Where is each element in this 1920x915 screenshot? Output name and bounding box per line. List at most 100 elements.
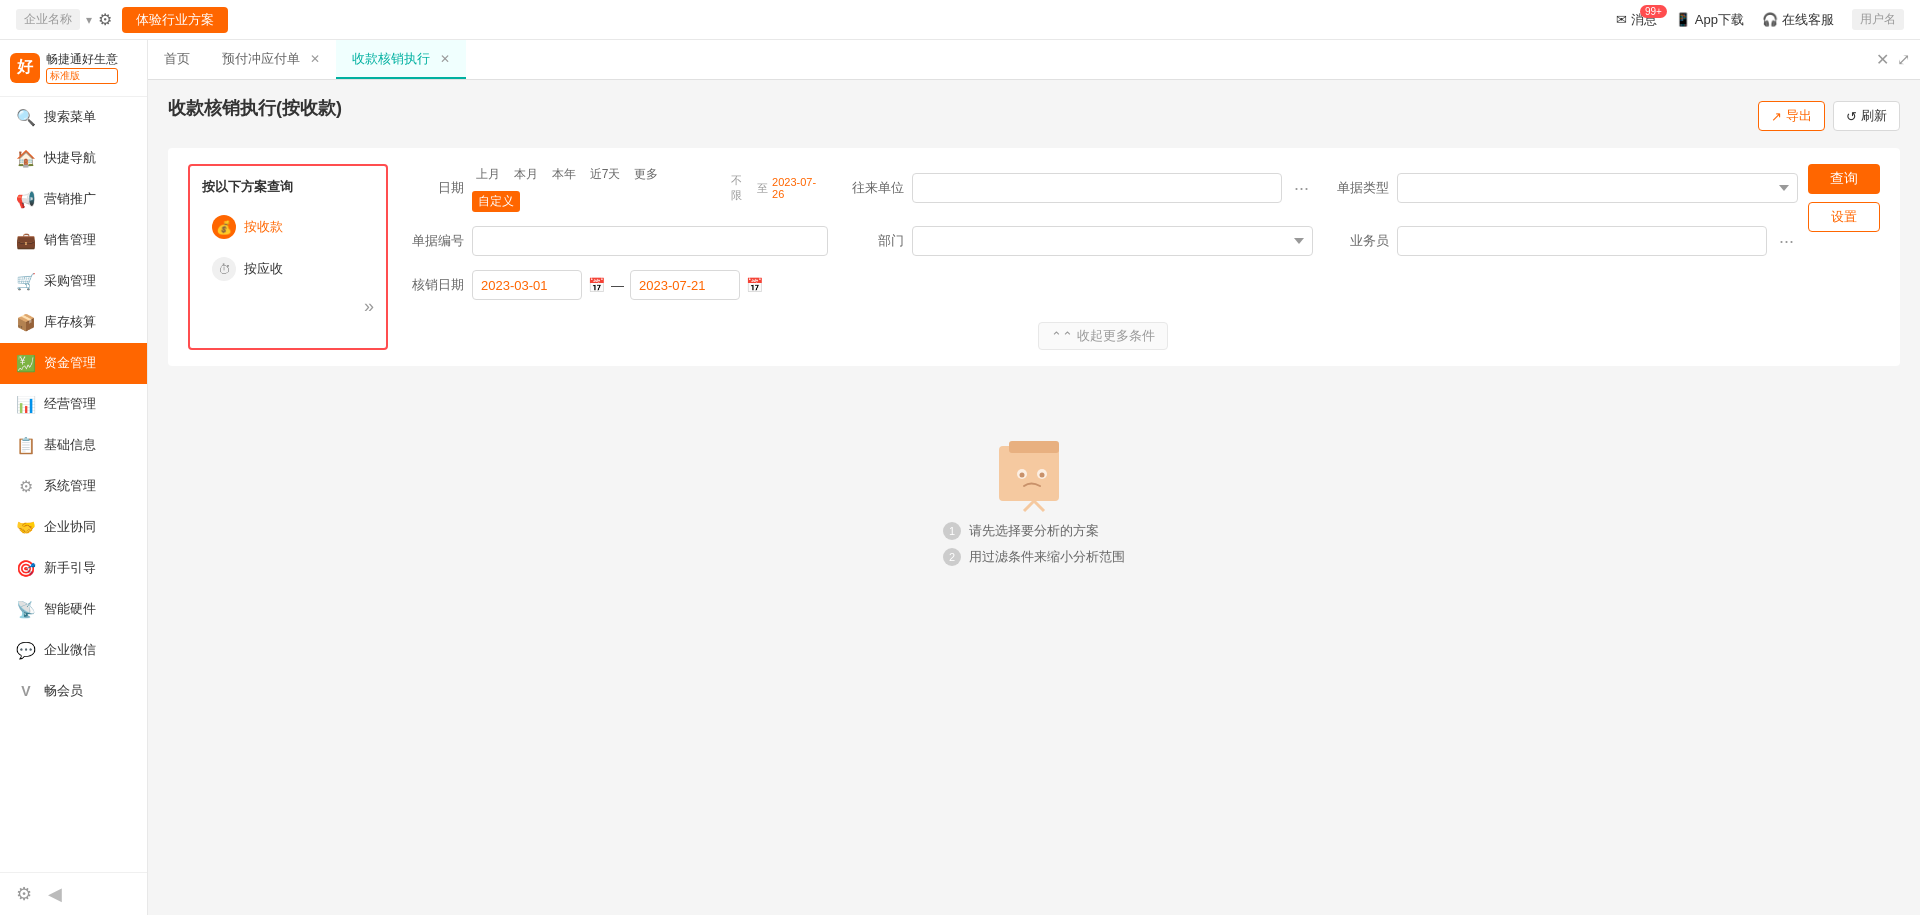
empty-state: 1 请先选择要分析的方案 2 用过滤条件来缩小分析范围 [168, 366, 1900, 626]
sidebar-item-enterprise[interactable]: 🤝 企业协同 [0, 507, 147, 548]
sidebar-item-quicknav[interactable]: 🏠 快捷导航 [0, 138, 147, 179]
search-icon: 🔍 [16, 108, 36, 127]
date-no-limit: 不限 [731, 173, 753, 203]
svg-point-4 [1020, 473, 1025, 478]
sidebar-label-quicknav: 快捷导航 [44, 149, 96, 167]
top-bar: 企业名称 ▾ ⚙ 体验行业方案 ✉ 消息 99+ 📱 App下载 🎧 在线客服 … [0, 0, 1920, 40]
weixin-icon: 💬 [16, 641, 36, 660]
app-download-btn[interactable]: 📱 App下载 [1675, 11, 1744, 29]
close-tab-icon[interactable]: ✕ [1876, 50, 1889, 69]
date-btn-this-year[interactable]: 本年 [548, 164, 580, 185]
sidebar-item-hardware[interactable]: 📡 智能硬件 [0, 589, 147, 630]
tab-prepay-label: 预付冲应付单 [222, 50, 300, 68]
sidebar-item-weixin[interactable]: 💬 企业微信 [0, 630, 147, 671]
date-label: 日期 [408, 179, 464, 197]
tab-prepay[interactable]: 预付冲应付单 ✕ [206, 40, 336, 79]
writeoff-date-label: 核销日期 [408, 276, 464, 294]
tab-home[interactable]: 首页 [148, 40, 206, 79]
basic-icon: 📋 [16, 436, 36, 455]
docno-input[interactable] [472, 226, 828, 256]
cal-end-icon[interactable]: 📅 [746, 277, 763, 293]
message-icon: ✉ [1616, 12, 1627, 27]
tab-writeoff[interactable]: 收款核销执行 ✕ [336, 40, 466, 79]
collapse-more-btn[interactable]: ⌃⌃ 收起更多条件 [1038, 322, 1168, 350]
filter-collapse-icon[interactable]: » [202, 296, 374, 317]
svg-line-6 [1024, 501, 1034, 511]
salesman-label: 业务员 [1333, 232, 1389, 250]
sidebar-item-inventory[interactable]: 📦 库存核算 [0, 302, 147, 343]
dept-select[interactable] [912, 226, 1313, 256]
date-btn-this-month[interactable]: 本月 [510, 164, 542, 185]
sidebar-item-purchase[interactable]: 🛒 采购管理 [0, 261, 147, 302]
date-btn-more[interactable]: 更多 [630, 164, 662, 185]
refresh-icon: ↺ [1846, 109, 1857, 124]
dept-label: 部门 [848, 232, 904, 250]
sidebar-collapse-btn[interactable]: ◀ [48, 883, 62, 905]
filter-option-by-receipt[interactable]: 💰 按收款 [202, 208, 374, 246]
sidebar-label-enterprise: 企业协同 [44, 518, 96, 536]
svg-rect-0 [999, 446, 1059, 501]
writeoff-end-input[interactable] [630, 270, 740, 300]
tip-text-2: 用过滤条件来缩小分析范围 [969, 548, 1125, 566]
refresh-btn[interactable]: ↺ 刷新 [1833, 101, 1900, 131]
sidebar-label-member: 畅会员 [44, 682, 83, 700]
filter-date-range: 📅 — 📅 [472, 270, 828, 300]
purchase-icon: 🛒 [16, 272, 36, 291]
sidebar-label-management: 经营管理 [44, 395, 96, 413]
sidebar-item-search[interactable]: 🔍 搜索菜单 [0, 97, 147, 138]
settings-icon[interactable]: ⚙ [16, 883, 32, 905]
service-btn[interactable]: 🎧 在线客服 [1762, 11, 1834, 29]
export-btn[interactable]: ↗ 导出 [1758, 101, 1825, 131]
industry-btn[interactable]: 体验行业方案 [122, 7, 228, 33]
filter-date-field: 日期 上月 本月 本年 近7天 更多 自定义 [408, 164, 828, 212]
cal-start-icon[interactable]: 📅 [588, 277, 605, 293]
sidebar-item-management[interactable]: 📊 经营管理 [0, 384, 147, 425]
writeoff-start-input[interactable] [472, 270, 582, 300]
sidebar-item-system[interactable]: ⚙ 系统管理 [0, 466, 147, 507]
doctype-label: 单据类型 [1333, 179, 1389, 197]
search-btn[interactable]: 查询 [1808, 164, 1880, 194]
sidebar-label-inventory: 库存核算 [44, 313, 96, 331]
date-btn-custom[interactable]: 自定义 [472, 191, 520, 212]
docno-label: 单据编号 [408, 232, 464, 250]
expand-icon[interactable]: ⤢ [1897, 50, 1910, 69]
sidebar-item-funds[interactable]: 💹 资金管理 [0, 343, 147, 384]
sidebar-bottom: ⚙ ◀ [0, 872, 147, 915]
sidebar-label-search: 搜索菜单 [44, 108, 96, 126]
sidebar-label-weixin: 企业微信 [44, 641, 96, 659]
doctype-select[interactable] [1397, 173, 1798, 203]
tab-bar: 首页 预付冲应付单 ✕ 收款核销执行 ✕ ✕ ⤢ [148, 40, 1920, 80]
filter-salesman-field: 业务员 ··· [1333, 226, 1798, 256]
sidebar-logo: 好 畅捷通好生意 标准版 [0, 40, 147, 97]
salesman-dots[interactable]: ··· [1775, 231, 1798, 252]
date-range-display: 2023-07-26 [772, 176, 828, 200]
message-btn[interactable]: ✉ 消息 99+ [1616, 11, 1657, 29]
filter-sidebar: 按以下方案查询 💰 按收款 ⏱ 按应收 » [188, 164, 388, 350]
gear-icon[interactable]: ⚙ [98, 10, 112, 29]
counterpart-dots[interactable]: ··· [1290, 178, 1313, 199]
sidebar-item-marketing[interactable]: 📢 营销推广 [0, 179, 147, 220]
counterpart-input[interactable] [912, 173, 1282, 203]
svg-line-7 [1034, 501, 1044, 511]
counterpart-label: 往来单位 [848, 179, 904, 197]
inventory-icon: 📦 [16, 313, 36, 332]
content-area: 首页 预付冲应付单 ✕ 收款核销执行 ✕ ✕ ⤢ 收款核销执行(按收款) [148, 40, 1920, 915]
sidebar-item-member[interactable]: V 畅会员 [0, 671, 147, 711]
tab-writeoff-close[interactable]: ✕ [440, 52, 450, 66]
chevron-down-icon[interactable]: ▾ [86, 13, 92, 27]
sidebar-item-guide[interactable]: 🎯 新手引导 [0, 548, 147, 589]
tab-prepay-close[interactable]: ✕ [310, 52, 320, 66]
filter-option-by-receivable[interactable]: ⏱ 按应收 [202, 250, 374, 288]
sidebar-item-sales[interactable]: 💼 销售管理 [0, 220, 147, 261]
salesman-input[interactable] [1397, 226, 1767, 256]
guide-icon: 🎯 [16, 559, 36, 578]
search-btn-col: 查询 设置 [1798, 164, 1880, 350]
date-btn-7days[interactable]: 近7天 [586, 164, 625, 185]
filter-row-2: 单据编号 部门 业务员 ··· [408, 226, 1798, 256]
date-btn-last-month[interactable]: 上月 [472, 164, 504, 185]
setting-btn[interactable]: 设置 [1808, 202, 1880, 232]
tab-bar-right: ✕ ⤢ [1866, 40, 1920, 79]
sidebar: 好 畅捷通好生意 标准版 🔍 搜索菜单 🏠 快捷导航 📢 营销推广 💼 销售管理… [0, 40, 148, 915]
sidebar-item-basic[interactable]: 📋 基础信息 [0, 425, 147, 466]
sidebar-label-system: 系统管理 [44, 477, 96, 495]
